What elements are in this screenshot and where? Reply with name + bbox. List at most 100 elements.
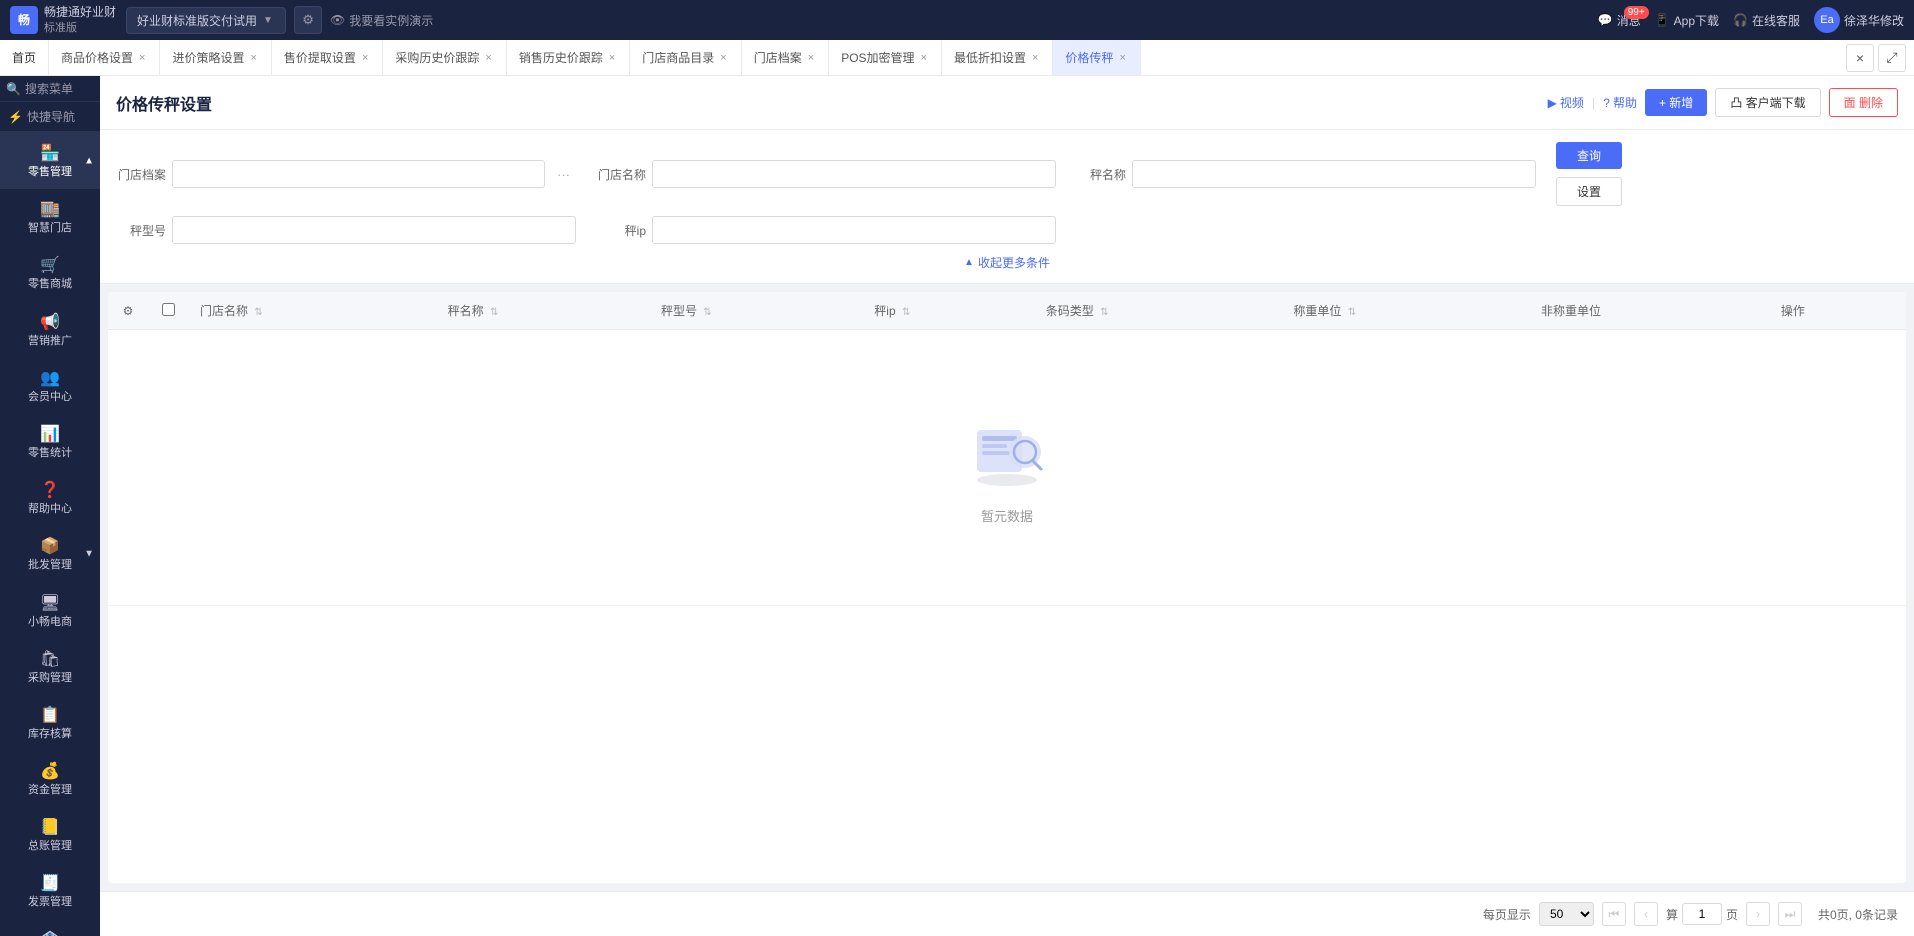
- set-button[interactable]: 设置: [1556, 177, 1622, 206]
- app-download-button[interactable]: 📱 App下载: [1655, 12, 1719, 29]
- scale-model-input[interactable]: [172, 216, 576, 244]
- tab-close-icon[interactable]: ×: [137, 52, 147, 64]
- scale-ip-input[interactable]: [652, 216, 1056, 244]
- help-link[interactable]: ? 帮助: [1603, 94, 1637, 111]
- sidebar-item-marketing[interactable]: 📢 营销推广: [0, 302, 100, 358]
- sidebar-item-label: 会员中心: [28, 391, 72, 404]
- tab-purchase-history[interactable]: 采购历史价跟踪 ×: [383, 40, 506, 76]
- sidebar-item-ecommerce[interactable]: 🛒 零售商城: [0, 245, 100, 301]
- sidebar-item-smart-store[interactable]: 🏬 智慧门店: [0, 189, 100, 245]
- delete-button[interactable]: 面 删除: [1829, 88, 1898, 117]
- sidebar-item-label: 智慧门店: [28, 222, 72, 235]
- video-label: 视频: [1560, 94, 1584, 111]
- marketing-icon: 📢: [40, 312, 60, 332]
- prev-page-button[interactable]: ‹: [1634, 902, 1658, 926]
- tab-pos-encrypt[interactable]: POS加密管理 ×: [829, 40, 942, 76]
- sidebar-item-help[interactable]: ❓ 帮助中心: [0, 470, 100, 526]
- data-table: ⚙ 门店名称 ⇅ 秤名称 ⇅ 秤型号 ⇅: [108, 292, 1906, 606]
- sidebar-item-finance[interactable]: 💰 资金管理: [0, 751, 100, 807]
- sidebar-item-purchase[interactable]: 🛍 采购管理: [0, 639, 100, 695]
- total-info: 共0页, 0条记录: [1818, 906, 1898, 923]
- scale-name-input[interactable]: [1132, 160, 1536, 188]
- logo-title: 畅捷通好业财: [44, 5, 116, 19]
- tab-close-icon[interactable]: ×: [248, 52, 258, 64]
- sidebar-item-ledger[interactable]: 📒 总账管理: [0, 807, 100, 863]
- tab-close-icon[interactable]: ×: [607, 52, 617, 64]
- tab-cost-strategy[interactable]: 进价策略设置 ×: [160, 40, 271, 76]
- logo-subtitle: 标准版: [44, 19, 116, 35]
- online-service-label: 在线客服: [1752, 12, 1800, 29]
- sidebar-item-invoice[interactable]: 🧾 发票管理: [0, 863, 100, 919]
- empty-illustration: [957, 410, 1057, 490]
- table-col-scale-ip: 秤ip ⇅: [862, 292, 1034, 330]
- tab-goods-price[interactable]: 商品价格设置 ×: [49, 40, 160, 76]
- page-number-input[interactable]: [1682, 903, 1722, 925]
- sidebar-item-label: 零售管理: [28, 166, 72, 179]
- sidebar-item-xiaochangec[interactable]: 🖥 小畅电商: [0, 583, 100, 639]
- sidebar-item-stats[interactable]: 📊 零售统计: [0, 414, 100, 470]
- tab-selling-extract[interactable]: 售价提取设置 ×: [272, 40, 383, 76]
- page-size-select[interactable]: 10 20 50 100: [1539, 902, 1594, 926]
- version-label: 好业财标准版交付试用: [137, 12, 257, 29]
- store-archive-input[interactable]: [172, 160, 545, 188]
- add-button[interactable]: + 新增: [1645, 89, 1707, 116]
- tax-icon: 🏦: [40, 930, 60, 936]
- online-service-button[interactable]: 🎧 在线客服: [1733, 12, 1800, 29]
- filter-row-1: 门店档案 ··· 门店名称 秤名称 查询 设置: [116, 142, 1898, 206]
- tabs-close-button[interactable]: ×: [1846, 44, 1874, 72]
- page-unit: 页: [1726, 906, 1738, 923]
- tab-price-scale[interactable]: 价格传秤 ×: [1053, 40, 1140, 76]
- tab-sales-history[interactable]: 销售历史价跟踪 ×: [507, 40, 630, 76]
- avatar: Ea: [1814, 7, 1840, 33]
- user-area[interactable]: Ea 徐泽华修改: [1814, 7, 1904, 33]
- select-all-checkbox[interactable]: [162, 303, 175, 316]
- sidebar-item-inventory[interactable]: 📋 库存核算: [0, 695, 100, 751]
- tab-close-icon[interactable]: ×: [1030, 52, 1040, 64]
- sidebar-item-tax[interactable]: 🏦 税务管理: [0, 920, 100, 936]
- ellipsis-icon[interactable]: ···: [551, 167, 576, 182]
- messages-button[interactable]: 💬 消息 99+: [1598, 12, 1641, 29]
- tab-home[interactable]: 首页: [0, 40, 49, 76]
- next-page-button[interactable]: ›: [1746, 902, 1770, 926]
- tab-close-icon[interactable]: ×: [483, 52, 493, 64]
- tab-label: 进价策略设置: [172, 49, 244, 66]
- filter-scale-ip: 秤ip: [596, 216, 1056, 244]
- help-label: 帮助: [1613, 94, 1637, 111]
- tabs-expand-button[interactable]: ⤢: [1878, 44, 1906, 72]
- tab-min-discount[interactable]: 最低折扣设置 ×: [942, 40, 1053, 76]
- video-link[interactable]: ▶ 视频: [1548, 94, 1584, 111]
- last-page-button[interactable]: ⏭: [1778, 902, 1802, 926]
- scale-name-label: 秤名称: [1076, 166, 1126, 183]
- version-selector[interactable]: 好业财标准版交付试用 ▼: [126, 7, 286, 34]
- sidebar-item-wholesale[interactable]: 📦 批发管理 ▼: [0, 526, 100, 582]
- tab-store-catalog[interactable]: 门店商品目录 ×: [630, 40, 741, 76]
- stats-icon: 📊: [40, 424, 60, 444]
- table-col-scale-model: 秤型号 ⇅: [649, 292, 862, 330]
- table-col-store-name: 门店名称 ⇅: [188, 292, 436, 330]
- query-button[interactable]: 查询: [1556, 142, 1622, 169]
- sidebar-item-retail[interactable]: 🏪 零售管理 ▲: [0, 133, 100, 189]
- table-container: ⚙ 门店名称 ⇅ 秤名称 ⇅ 秤型号 ⇅: [108, 292, 1906, 883]
- tab-store-profile[interactable]: 门店档案 ×: [742, 40, 829, 76]
- filter-area: 门店档案 ··· 门店名称 秤名称 查询 设置: [100, 130, 1914, 284]
- table-col-checkbox: [148, 292, 188, 330]
- sidebar-item-label: 发票管理: [28, 896, 72, 909]
- sidebar-search-button[interactable]: 🔍 搜索菜单: [0, 76, 100, 101]
- settings-icon[interactable]: ⚙: [294, 6, 322, 34]
- sidebar-item-member[interactable]: 👥 会员中心: [0, 358, 100, 414]
- sidebar-item-label: 资金管理: [28, 784, 72, 797]
- demo-button[interactable]: 👁 我要看实例演示: [330, 12, 433, 29]
- finance-icon: 💰: [40, 761, 60, 781]
- tab-close-icon[interactable]: ×: [718, 52, 728, 64]
- sidebar-quicknav-button[interactable]: ⚡ 快捷导航: [0, 102, 100, 132]
- download-button[interactable]: 凸 客户端下载: [1715, 88, 1820, 117]
- first-page-button[interactable]: ⏮: [1602, 902, 1626, 926]
- tab-close-icon[interactable]: ×: [919, 52, 929, 64]
- tab-close-icon[interactable]: ×: [806, 52, 816, 64]
- tab-close-icon[interactable]: ×: [360, 52, 370, 64]
- store-name-input[interactable]: [652, 160, 1056, 188]
- tab-close-icon[interactable]: ×: [1117, 52, 1127, 64]
- page-size-label: 每页显示: [1483, 906, 1531, 923]
- table-col-settings[interactable]: ⚙: [108, 292, 148, 330]
- collapse-button[interactable]: ▲ 收起更多条件: [116, 254, 1898, 271]
